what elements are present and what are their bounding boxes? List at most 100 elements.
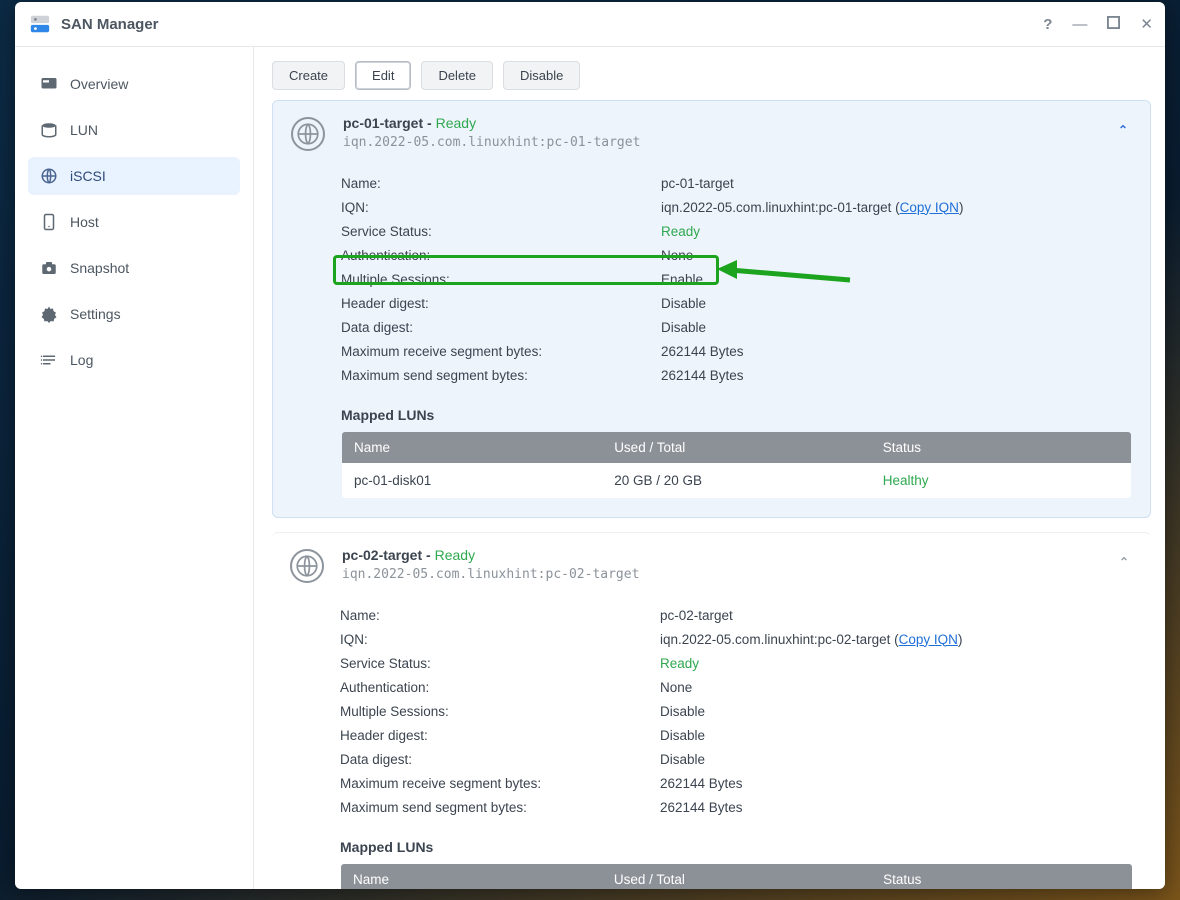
label-name: Name: (341, 176, 661, 191)
label-service: Service Status: (340, 656, 660, 671)
close-icon[interactable]: ✕ (1140, 17, 1153, 32)
maximize-icon[interactable] (1107, 16, 1120, 32)
create-button[interactable]: Create (272, 61, 345, 90)
col-used: Used / Total (602, 432, 871, 464)
disable-button[interactable]: Disable (503, 61, 580, 90)
col-status: Status (871, 864, 1132, 890)
value-name: pc-01-target (661, 176, 1132, 191)
chevron-up-icon[interactable]: ⌃ (1119, 555, 1129, 569)
edit-button[interactable]: Edit (355, 61, 411, 90)
sidebar-item-lun[interactable]: LUN (28, 111, 240, 149)
target-name: pc-01-target (343, 115, 423, 131)
copy-iqn-link[interactable]: Copy IQN (900, 200, 959, 215)
target-iqn-subtitle: iqn.2022-05.com.linuxhint:pc-02-target (342, 567, 1101, 582)
lun-used: 20 GB / 20 GB (602, 463, 871, 499)
panel-title: pc-01-target - Ready (343, 115, 1100, 131)
value-header-digest: Disable (660, 728, 1133, 743)
value-header-digest: Disable (661, 296, 1132, 311)
minimize-icon[interactable]: — (1072, 17, 1087, 32)
label-multi-sessions: Multiple Sessions: (341, 272, 661, 287)
sidebar-item-overview[interactable]: Overview (28, 65, 240, 103)
col-name: Name (342, 432, 603, 464)
sidebar: Overview LUN iSCSI Host (15, 47, 254, 889)
target-status: Ready (436, 115, 476, 131)
sidebar-item-log[interactable]: Log (28, 341, 240, 379)
label-multi-sessions: Multiple Sessions: (340, 704, 660, 719)
value-multi-sessions: Enable (661, 272, 1132, 287)
value-iqn: iqn.2022-05.com.linuxhint:pc-01-target (… (661, 200, 1132, 215)
lun-icon (40, 121, 58, 139)
app-window: SAN Manager ? — ✕ Overview LUN (15, 2, 1165, 889)
delete-button[interactable]: Delete (421, 61, 493, 90)
value-max-send: 262144 Bytes (661, 368, 1132, 383)
value-data-digest: Disable (661, 320, 1132, 335)
panel-header[interactable]: pc-02-target - Ready iqn.2022-05.com.lin… (290, 547, 1133, 583)
sidebar-item-host[interactable]: Host (28, 203, 240, 241)
overview-icon (40, 75, 58, 93)
detail-grid: Name:pc-02-target IQN: iqn.2022-05.com.l… (340, 603, 1133, 819)
target-iqn-subtitle: iqn.2022-05.com.linuxhint:pc-01-target (343, 135, 1100, 150)
sidebar-item-label: Snapshot (70, 260, 129, 276)
target-status: Ready (435, 547, 475, 563)
label-max-recv: Maximum receive segment bytes: (341, 344, 661, 359)
snapshot-icon (40, 259, 58, 277)
toolbar: Create Edit Delete Disable (272, 61, 1151, 90)
copy-iqn-link[interactable]: Copy IQN (899, 632, 958, 647)
chevron-up-icon[interactable]: ⌃ (1118, 123, 1128, 137)
value-auth: None (660, 680, 1133, 695)
panel-title: pc-02-target - Ready (342, 547, 1101, 563)
target-name: pc-02-target (342, 547, 422, 563)
app-icon (29, 13, 51, 35)
value-service: Ready (661, 224, 1132, 239)
mapped-luns-table: Name Used / Total Status pc-02-disk01 20… (340, 863, 1133, 889)
mapped-luns-table: Name Used / Total Status pc-01-disk01 20… (341, 431, 1132, 499)
app-title: SAN Manager (61, 16, 1043, 33)
titlebar: SAN Manager ? — ✕ (15, 2, 1165, 47)
window-controls: ? — ✕ (1043, 16, 1153, 32)
lun-status: Healthy (871, 463, 1132, 499)
target-panel-pc-01: pc-01-target - Ready iqn.2022-05.com.lin… (272, 100, 1151, 518)
sidebar-item-label: LUN (70, 122, 98, 138)
label-max-send: Maximum send segment bytes: (340, 800, 660, 815)
sidebar-item-snapshot[interactable]: Snapshot (28, 249, 240, 287)
main-area: Create Edit Delete Disable pc-01-target … (254, 47, 1165, 889)
value-max-recv: 262144 Bytes (661, 344, 1132, 359)
col-status: Status (871, 432, 1132, 464)
panel-header[interactable]: pc-01-target - Ready iqn.2022-05.com.lin… (291, 115, 1132, 151)
label-name: Name: (340, 608, 660, 623)
sidebar-item-label: Log (70, 352, 93, 368)
value-iqn: iqn.2022-05.com.linuxhint:pc-02-target (… (660, 632, 1133, 647)
table-row[interactable]: pc-01-disk01 20 GB / 20 GB Healthy (342, 463, 1132, 499)
host-icon (40, 213, 58, 231)
label-auth: Authentication: (340, 680, 660, 695)
settings-icon (40, 305, 58, 323)
label-auth: Authentication: (341, 248, 661, 263)
mapped-luns-title: Mapped LUNs (340, 839, 1133, 855)
value-multi-sessions: Disable (660, 704, 1133, 719)
value-service: Ready (660, 656, 1133, 671)
globe-icon (290, 549, 324, 583)
label-max-recv: Maximum receive segment bytes: (340, 776, 660, 791)
sidebar-item-settings[interactable]: Settings (28, 295, 240, 333)
sidebar-item-label: Host (70, 214, 99, 230)
value-data-digest: Disable (660, 752, 1133, 767)
sidebar-item-label: Settings (70, 306, 121, 322)
col-used: Used / Total (602, 864, 871, 890)
col-name: Name (341, 864, 602, 890)
value-max-send: 262144 Bytes (660, 800, 1133, 815)
value-name: pc-02-target (660, 608, 1133, 623)
value-auth: None (661, 248, 1132, 263)
sidebar-item-iscsi[interactable]: iSCSI (28, 157, 240, 195)
label-data-digest: Data digest: (340, 752, 660, 767)
help-icon[interactable]: ? (1043, 17, 1052, 32)
label-iqn: IQN: (340, 632, 660, 647)
value-max-recv: 262144 Bytes (660, 776, 1133, 791)
lun-name: pc-01-disk01 (342, 463, 603, 499)
label-service: Service Status: (341, 224, 661, 239)
detail-grid: Name:pc-01-target IQN: iqn.2022-05.com.l… (341, 171, 1132, 387)
mapped-luns-title: Mapped LUNs (341, 407, 1132, 423)
label-iqn: IQN: (341, 200, 661, 215)
globe-icon (291, 117, 325, 151)
label-header-digest: Header digest: (340, 728, 660, 743)
log-icon (40, 351, 58, 369)
